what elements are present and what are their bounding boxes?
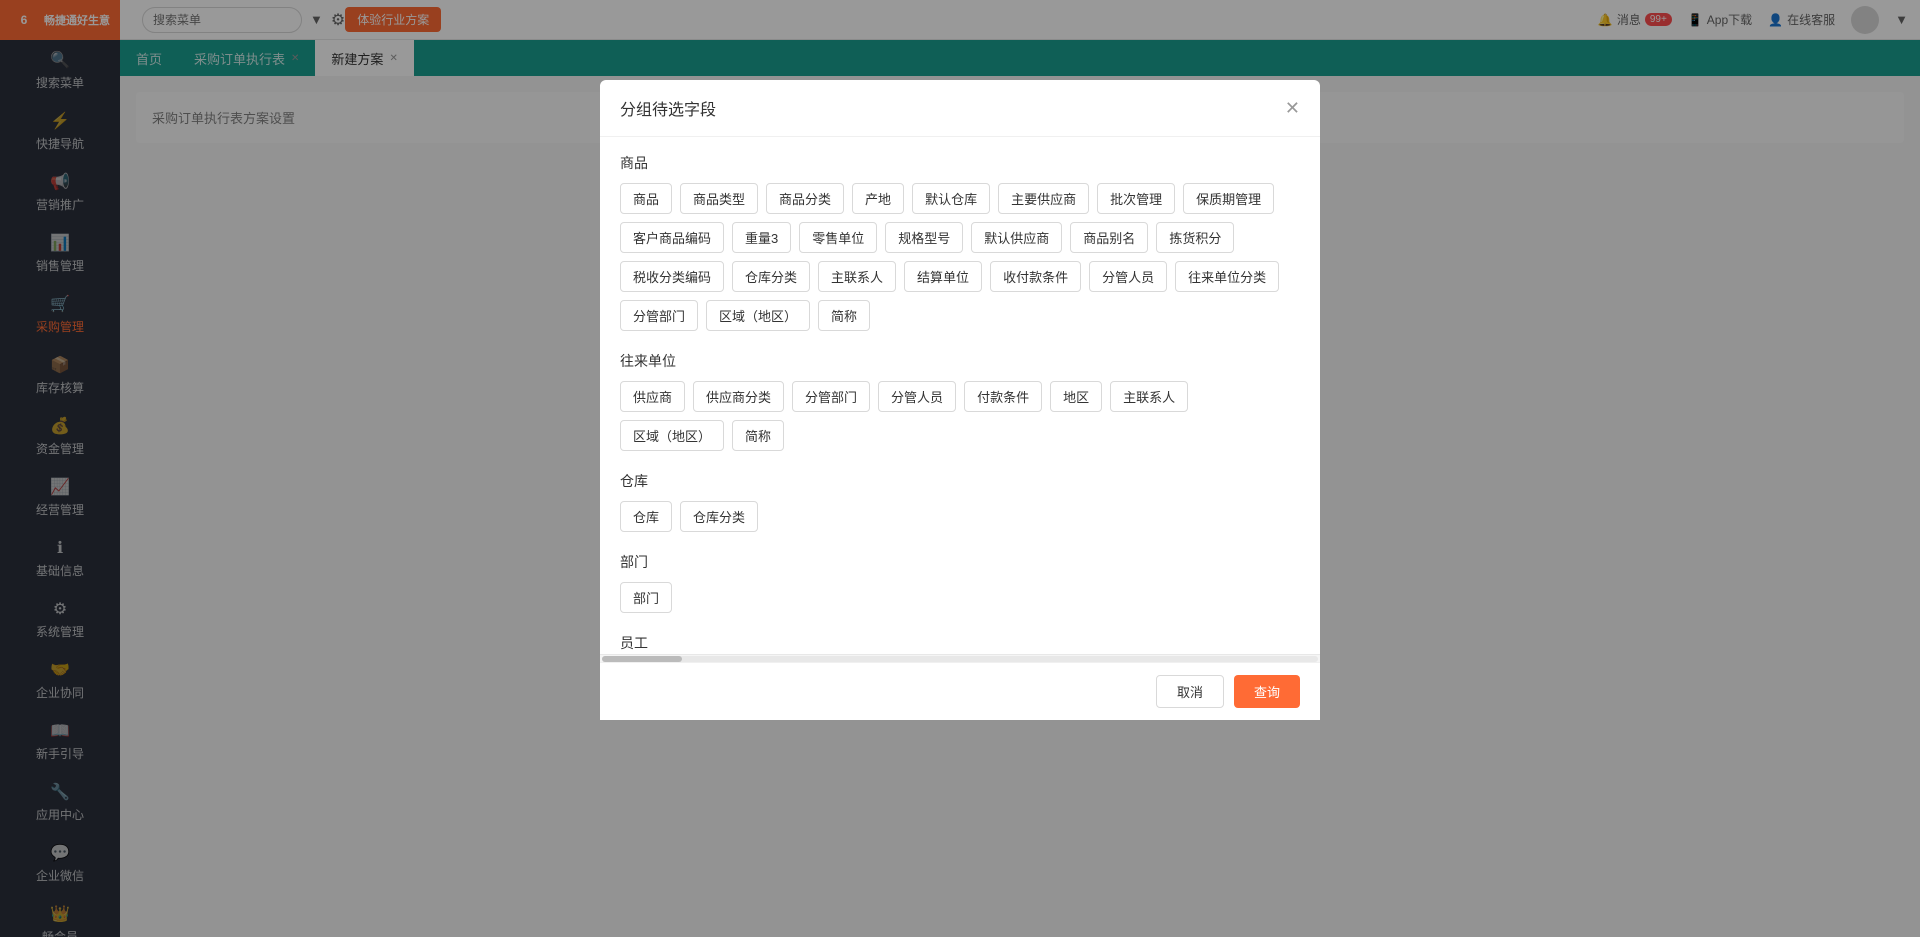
- field-tag-0-22[interactable]: 分管部门: [620, 300, 698, 331]
- field-tag-0-12[interactable]: 默认供应商: [971, 222, 1062, 253]
- field-selection-modal: 分组待选字段 ✕ 商品商品商品类型商品分类产地默认仓库主要供应商批次管理保质期管…: [600, 80, 1320, 720]
- field-tag-2-0[interactable]: 仓库: [620, 501, 672, 532]
- field-group-title-2: 仓库: [620, 471, 1300, 491]
- field-tag-1-1[interactable]: 供应商分类: [693, 381, 784, 412]
- field-tag-1-0[interactable]: 供应商: [620, 381, 685, 412]
- field-tag-0-4[interactable]: 默认仓库: [912, 183, 990, 214]
- field-tags-1: 供应商供应商分类分管部门分管人员付款条件地区主联系人区域（地区） 简称: [620, 381, 1300, 451]
- field-group-title-1: 往来单位: [620, 351, 1300, 371]
- field-tag-0-15[interactable]: 税收分类编码: [620, 261, 724, 292]
- field-tag-0-11[interactable]: 规格型号: [885, 222, 963, 253]
- field-tag-0-5[interactable]: 主要供应商: [998, 183, 1089, 214]
- field-group-4: 员工业务员: [620, 633, 1300, 654]
- field-tag-0-19[interactable]: 收付款条件: [990, 261, 1081, 292]
- field-tag-0-8[interactable]: 客户商品编码: [620, 222, 724, 253]
- modal-footer: 取消 查询: [600, 662, 1320, 720]
- field-tag-2-1[interactable]: 仓库分类: [680, 501, 758, 532]
- field-tag-1-3[interactable]: 分管人员: [878, 381, 956, 412]
- modal-body[interactable]: 商品商品商品类型商品分类产地默认仓库主要供应商批次管理保质期管理客户商品编码重量…: [600, 137, 1320, 654]
- field-group-title-3: 部门: [620, 552, 1300, 572]
- field-tags-2: 仓库仓库分类: [620, 501, 1300, 532]
- confirm-button[interactable]: 查询: [1234, 675, 1300, 708]
- field-tag-0-16[interactable]: 仓库分类: [732, 261, 810, 292]
- field-tag-0-1[interactable]: 商品类型: [680, 183, 758, 214]
- field-tag-0-14[interactable]: 拣货积分: [1156, 222, 1234, 253]
- field-tag-0-23[interactable]: 区域（地区）: [706, 300, 810, 331]
- field-tag-0-24[interactable]: 简称: [818, 300, 870, 331]
- modal-title: 分组待选字段: [620, 96, 716, 120]
- field-tag-0-3[interactable]: 产地: [852, 183, 904, 214]
- field-tag-3-0[interactable]: 部门: [620, 582, 672, 613]
- field-tag-1-7[interactable]: 区域（地区）: [620, 420, 724, 451]
- field-group-title-4: 员工: [620, 633, 1300, 653]
- field-group-title-0: 商品: [620, 153, 1300, 173]
- field-group-2: 仓库仓库仓库分类: [620, 471, 1300, 532]
- field-group-0: 商品商品商品类型商品分类产地默认仓库主要供应商批次管理保质期管理客户商品编码重量…: [620, 153, 1300, 331]
- field-tag-0-7[interactable]: 保质期管理: [1183, 183, 1274, 214]
- modal-close-button[interactable]: ✕: [1285, 99, 1300, 117]
- field-tag-0-0[interactable]: 商品: [620, 183, 672, 214]
- field-tag-1-6[interactable]: 主联系人: [1110, 381, 1188, 412]
- modal-horizontal-scrollbar[interactable]: [600, 654, 1320, 662]
- field-tags-0: 商品商品类型商品分类产地默认仓库主要供应商批次管理保质期管理客户商品编码重量3 零…: [620, 183, 1300, 331]
- field-tag-1-4[interactable]: 付款条件: [964, 381, 1042, 412]
- field-tag-0-2[interactable]: 商品分类: [766, 183, 844, 214]
- field-tag-0-10[interactable]: 零售单位: [799, 222, 877, 253]
- field-tag-0-18[interactable]: 结算单位: [904, 261, 982, 292]
- field-tag-0-13[interactable]: 商品别名: [1070, 222, 1148, 253]
- field-tag-1-8[interactable]: 简称: [732, 420, 784, 451]
- field-tag-0-20[interactable]: 分管人员: [1089, 261, 1167, 292]
- modal-header: 分组待选字段 ✕: [600, 80, 1320, 137]
- field-tag-0-21[interactable]: 往来单位分类: [1175, 261, 1279, 292]
- field-tag-1-2[interactable]: 分管部门: [792, 381, 870, 412]
- modal-overlay: 分组待选字段 ✕ 商品商品商品类型商品分类产地默认仓库主要供应商批次管理保质期管…: [0, 0, 1920, 937]
- field-tag-0-9[interactable]: 重量3: [732, 222, 791, 253]
- field-tag-1-5[interactable]: 地区: [1050, 381, 1102, 412]
- cancel-button[interactable]: 取消: [1156, 675, 1224, 708]
- field-tags-3: 部门: [620, 582, 1300, 613]
- field-group-3: 部门部门: [620, 552, 1300, 613]
- field-tag-0-17[interactable]: 主联系人: [818, 261, 896, 292]
- field-group-1: 往来单位供应商供应商分类分管部门分管人员付款条件地区主联系人区域（地区） 简称: [620, 351, 1300, 451]
- field-tag-0-6[interactable]: 批次管理: [1097, 183, 1175, 214]
